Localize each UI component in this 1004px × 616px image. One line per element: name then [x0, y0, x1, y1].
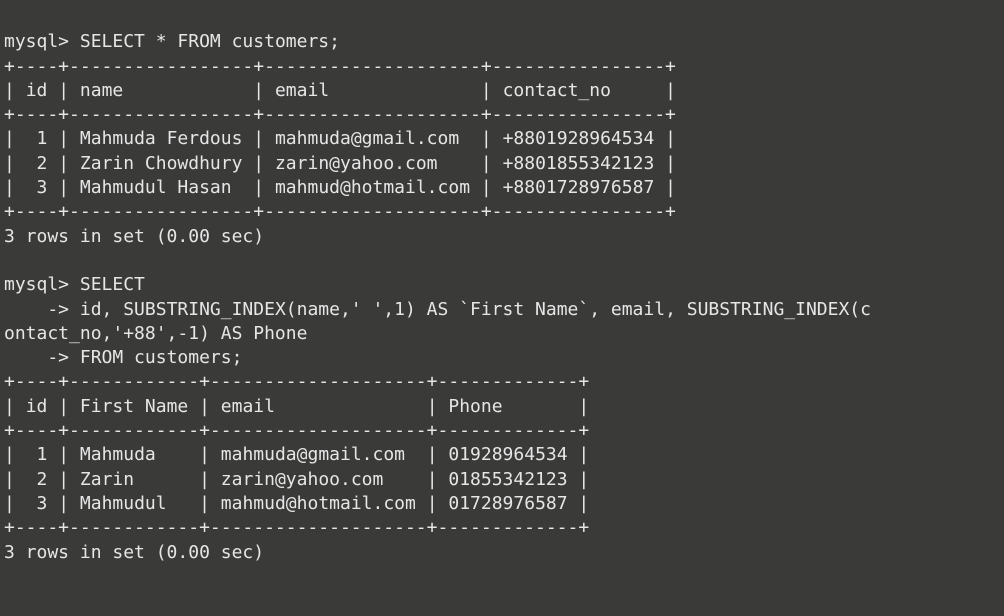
col-first-name: First Name: [80, 396, 188, 417]
table-row: | 2 | Zarin Chowdhury | zarin@yahoo.com …: [4, 153, 676, 174]
cell-phone: +8801928964534: [503, 128, 655, 149]
col-id: id: [26, 80, 48, 101]
table-border: +----+------------+--------------------+…: [4, 371, 589, 392]
cell-email: zarin@yahoo.com: [275, 153, 470, 174]
cell-id: 2: [26, 153, 48, 174]
continuation-prompt: ->: [4, 347, 69, 368]
query-line-cont: -> FROM customers;: [4, 347, 242, 368]
result-summary: 3 rows in set (0.00 sec): [4, 542, 264, 563]
table-header-row: | id | name | email | contact_no |: [4, 80, 676, 101]
cell-first-name: Mahmuda: [80, 444, 188, 465]
cell-email: mahmud@hotmail.com: [275, 177, 470, 198]
cell-name: Mahmudul Hasan: [80, 177, 243, 198]
table-border: +----+------------+--------------------+…: [4, 517, 589, 538]
cell-phone: +8801855342123: [503, 153, 655, 174]
cell-name: Mahmuda Ferdous: [80, 128, 243, 149]
table-row: | 1 | Mahmuda Ferdous | mahmuda@gmail.co…: [4, 128, 676, 149]
cell-first-name: Mahmudul: [80, 493, 188, 514]
table-row: | 1 | Mahmuda | mahmuda@gmail.com | 0192…: [4, 444, 589, 465]
cell-name: Zarin Chowdhury: [80, 153, 243, 174]
sql-query: FROM customers;: [80, 347, 243, 368]
table-border: +----+------------+--------------------+…: [4, 420, 589, 441]
table-row: | 2 | Zarin | zarin@yahoo.com | 01855342…: [4, 469, 589, 490]
col-email: email: [221, 396, 416, 417]
blank-line: [4, 250, 15, 271]
query-line-cont: -> id, SUBSTRING_INDEX(name,' ',1) AS `F…: [4, 299, 871, 320]
table-border: +----+-----------------+----------------…: [4, 56, 676, 77]
sql-query: id, SUBSTRING_INDEX(name,' ',1) AS `Firs…: [80, 299, 871, 320]
table-border: +----+-----------------+----------------…: [4, 104, 676, 125]
cell-id: 1: [26, 128, 48, 149]
table-header-row: | id | First Name | email | Phone |: [4, 396, 589, 417]
cell-id: 1: [26, 444, 48, 465]
mysql-prompt: mysql>: [4, 31, 69, 52]
col-name: name: [80, 80, 243, 101]
query-line: mysql> SELECT: [4, 274, 145, 295]
cell-first-name: Zarin: [80, 469, 188, 490]
col-id: id: [26, 396, 48, 417]
cell-phone: 01855342123: [448, 469, 567, 490]
cell-phone: +8801728976587: [503, 177, 655, 198]
cell-id: 3: [26, 177, 48, 198]
cell-email: zarin@yahoo.com: [221, 469, 416, 490]
query-line: mysql> SELECT * FROM customers;: [4, 31, 340, 52]
result-summary: 3 rows in set (0.00 sec): [4, 226, 264, 247]
cell-email: mahmud@hotmail.com: [221, 493, 416, 514]
query-line-wrap: ontact_no,'+88',-1) AS Phone: [4, 323, 307, 344]
continuation-prompt: ->: [4, 299, 69, 320]
mysql-prompt: mysql>: [4, 274, 69, 295]
table-border: +----+-----------------+----------------…: [4, 201, 676, 222]
cell-email: mahmuda@gmail.com: [275, 128, 470, 149]
cell-phone: 01728976587: [448, 493, 567, 514]
table-row: | 3 | Mahmudul | mahmud@hotmail.com | 01…: [4, 493, 589, 514]
col-contact-no: contact_no: [503, 80, 655, 101]
terminal-output[interactable]: mysql> SELECT * FROM customers; +----+--…: [0, 0, 1004, 569]
cell-email: mahmuda@gmail.com: [221, 444, 416, 465]
sql-query: SELECT: [80, 274, 145, 295]
sql-query: SELECT * FROM customers;: [80, 31, 340, 52]
col-phone: Phone: [448, 396, 567, 417]
table-row: | 3 | Mahmudul Hasan | mahmud@hotmail.co…: [4, 177, 676, 198]
col-email: email: [275, 80, 470, 101]
cell-id: 3: [26, 493, 48, 514]
cell-id: 2: [26, 469, 48, 490]
cell-phone: 01928964534: [448, 444, 567, 465]
